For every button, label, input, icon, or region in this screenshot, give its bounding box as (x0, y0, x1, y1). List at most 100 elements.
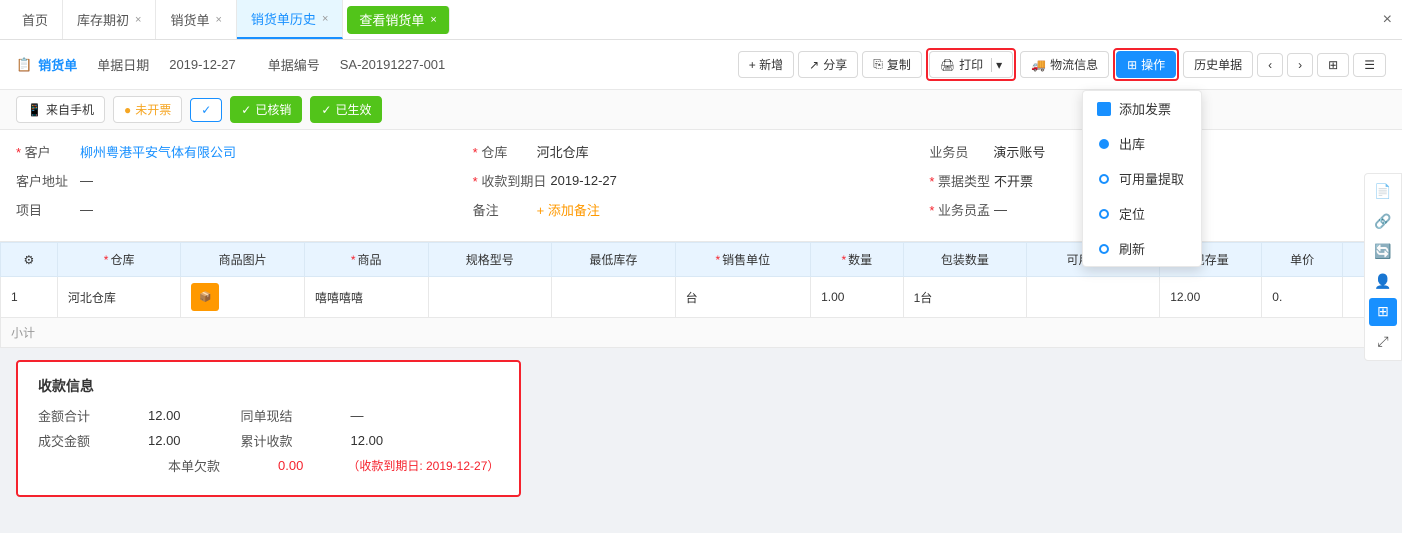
note-field: 备注 + 添加备注 (473, 200, 930, 219)
view-grid-button[interactable]: ⊞ (1317, 53, 1349, 77)
prev-button[interactable]: ‹ (1257, 53, 1283, 77)
deal-amount-label: 成交金额 (38, 431, 108, 450)
sales-staff-value: — (994, 202, 1007, 217)
col-spec: 规格型号 (428, 243, 552, 277)
from-phone-button[interactable]: 📱 来自手机 (16, 96, 105, 123)
row-quantity: 1.00 (811, 277, 904, 318)
close-sales-tab[interactable]: × (215, 14, 221, 26)
close-history-tab[interactable]: × (322, 13, 328, 25)
tab-home[interactable]: 首页 (8, 0, 63, 39)
doc-meta: 单据日期 2019-12-27 单据编号 SA-20191227-001 (97, 55, 445, 74)
already-sold-button[interactable]: ✓ 已核销 (230, 96, 302, 123)
total-receipt-label: 累计收款 (241, 431, 311, 450)
refresh-item[interactable]: 刷新 (1083, 231, 1201, 266)
tab-view-sales[interactable]: 查看销货单 × (347, 6, 449, 34)
logistics-button[interactable]: 🚚 物流信息 (1020, 51, 1109, 78)
tab-inventory-init[interactable]: 库存期初 × (63, 0, 156, 39)
print-icon: 🖨 (940, 58, 955, 72)
share-icon: ↗ (809, 58, 819, 72)
add-note-button[interactable]: + 添加备注 (537, 200, 600, 219)
side-icon-user[interactable]: 👤 (1369, 268, 1397, 296)
payment-date-label: 收款到期日 (473, 171, 547, 190)
doc-title-area: 📋 销货单 (16, 55, 77, 74)
total-amount-label: 金额合计 (38, 406, 108, 425)
effect-icon: ✓ (321, 103, 331, 117)
available-qty-item[interactable]: 可用量提取 (1083, 161, 1201, 196)
customer-value[interactable]: 柳州粤港平安气体有限公司 (80, 142, 236, 161)
phone-icon: 📱 (27, 103, 42, 117)
payment-row-2: 成交金额 12.00 累计收款 12.00 (38, 431, 499, 450)
outbound-label: 出库 (1119, 134, 1145, 153)
available-qty-icon (1099, 174, 1109, 184)
payment-date-value: 2019-12-27 (550, 173, 617, 188)
locate-icon (1099, 209, 1109, 219)
window-close-button[interactable]: × (1383, 11, 1392, 29)
deal-amount-value: 12.00 (148, 433, 181, 448)
warehouse-value: 河北仓库 (537, 142, 589, 161)
not-open-ticket-button[interactable]: ● 未开票 (113, 96, 182, 123)
bottom-panel: 收款信息 金额合计 12.00 同单现结 — 成交金额 12.00 累计收款 1… (0, 348, 1402, 509)
side-icon-doc[interactable]: 📄 (1369, 178, 1397, 206)
outbound-icon (1099, 139, 1109, 149)
new-button[interactable]: + 新增 (738, 51, 794, 78)
ticket-type-value: 不开票 (994, 171, 1033, 190)
print-button[interactable]: 🖨 打印 ▾ (929, 51, 1013, 78)
view-list-button[interactable]: ☰ (1353, 53, 1386, 77)
add-invoice-label: 添加发票 (1119, 99, 1171, 118)
locate-label: 定位 (1119, 204, 1145, 223)
warehouse-field: 仓库 河北仓库 (473, 142, 930, 161)
row-available (1027, 277, 1160, 318)
same-order-value: — (351, 408, 364, 423)
close-inventory-tab[interactable]: × (135, 14, 141, 26)
col-settings[interactable]: ⚙ (1, 243, 58, 277)
next-button[interactable]: › (1287, 53, 1313, 77)
operation-button[interactable]: ⊞ 操作 (1116, 51, 1176, 78)
row-product-img: 📦 (181, 277, 305, 318)
locate-item[interactable]: 定位 (1083, 196, 1201, 231)
payment-info-box: 收款信息 金额合计 12.00 同单现结 — 成交金额 12.00 累计收款 1… (16, 360, 521, 497)
side-icon-chart[interactable]: ⊞ (1369, 298, 1397, 326)
confirm-button[interactable]: ✓ (190, 98, 222, 122)
operation-dropdown: 添加发票 出库 可用量提取 定位 刷新 (1082, 90, 1202, 267)
row-spec (428, 277, 552, 318)
project-label: 项目 (16, 200, 76, 219)
project-value: — (80, 202, 93, 217)
owed-label: 本单欠款 (168, 456, 238, 475)
add-invoice-item[interactable]: 添加发票 (1083, 91, 1201, 126)
date-value: 2019-12-27 (169, 57, 236, 72)
history-button[interactable]: 历史单据 (1183, 51, 1253, 78)
side-icon-link[interactable]: 🔗 (1369, 208, 1397, 236)
outbound-item[interactable]: 出库 (1083, 126, 1201, 161)
operation-icon: ⊞ (1127, 58, 1137, 72)
operation-highlight-box: ⊞ 操作 (1113, 48, 1179, 81)
copy-button[interactable]: ⎘ 复制 (862, 51, 922, 78)
staff-label: 业务员 (929, 142, 989, 161)
tab-sales-order[interactable]: 销货单 × (156, 0, 236, 39)
add-invoice-icon (1097, 102, 1111, 116)
number-label: 单据编号 (268, 55, 320, 74)
side-icon-expand[interactable]: ⤢ (1369, 328, 1397, 356)
col-product: *商品 (304, 243, 428, 277)
available-qty-label: 可用量提取 (1119, 169, 1184, 188)
col-pack-qty: 包装数量 (903, 243, 1027, 277)
side-icon-refresh[interactable]: 🔄 (1369, 238, 1397, 266)
already-effect-button[interactable]: ✓ 已生效 (310, 96, 382, 123)
sold-icon: ✓ (241, 103, 251, 117)
tab-sales-history[interactable]: 销货单历史 × (237, 0, 343, 39)
payment-info-title: 收款信息 (38, 376, 499, 396)
refresh-icon (1099, 244, 1109, 254)
print-highlight-box: 🖨 打印 ▾ (926, 48, 1016, 81)
confirm-icon: ✓ (201, 103, 211, 117)
doc-title: 销货单 (38, 55, 77, 74)
close-view-tab[interactable]: × (430, 14, 436, 26)
project-field: 项目 — (16, 200, 473, 219)
date-label: 单据日期 (97, 55, 149, 74)
owed-value: 0.00 (278, 458, 303, 473)
share-button[interactable]: ↗ 分享 (798, 51, 858, 78)
refresh-label: 刷新 (1119, 239, 1145, 258)
product-thumbnail: 📦 (191, 283, 219, 311)
copy-icon: ⎘ (873, 57, 883, 72)
payment-row-1: 金额合计 12.00 同单现结 — (38, 406, 499, 425)
print-dropdown-arrow[interactable]: ▾ (991, 58, 1002, 72)
col-warehouse: *仓库 (57, 243, 181, 277)
